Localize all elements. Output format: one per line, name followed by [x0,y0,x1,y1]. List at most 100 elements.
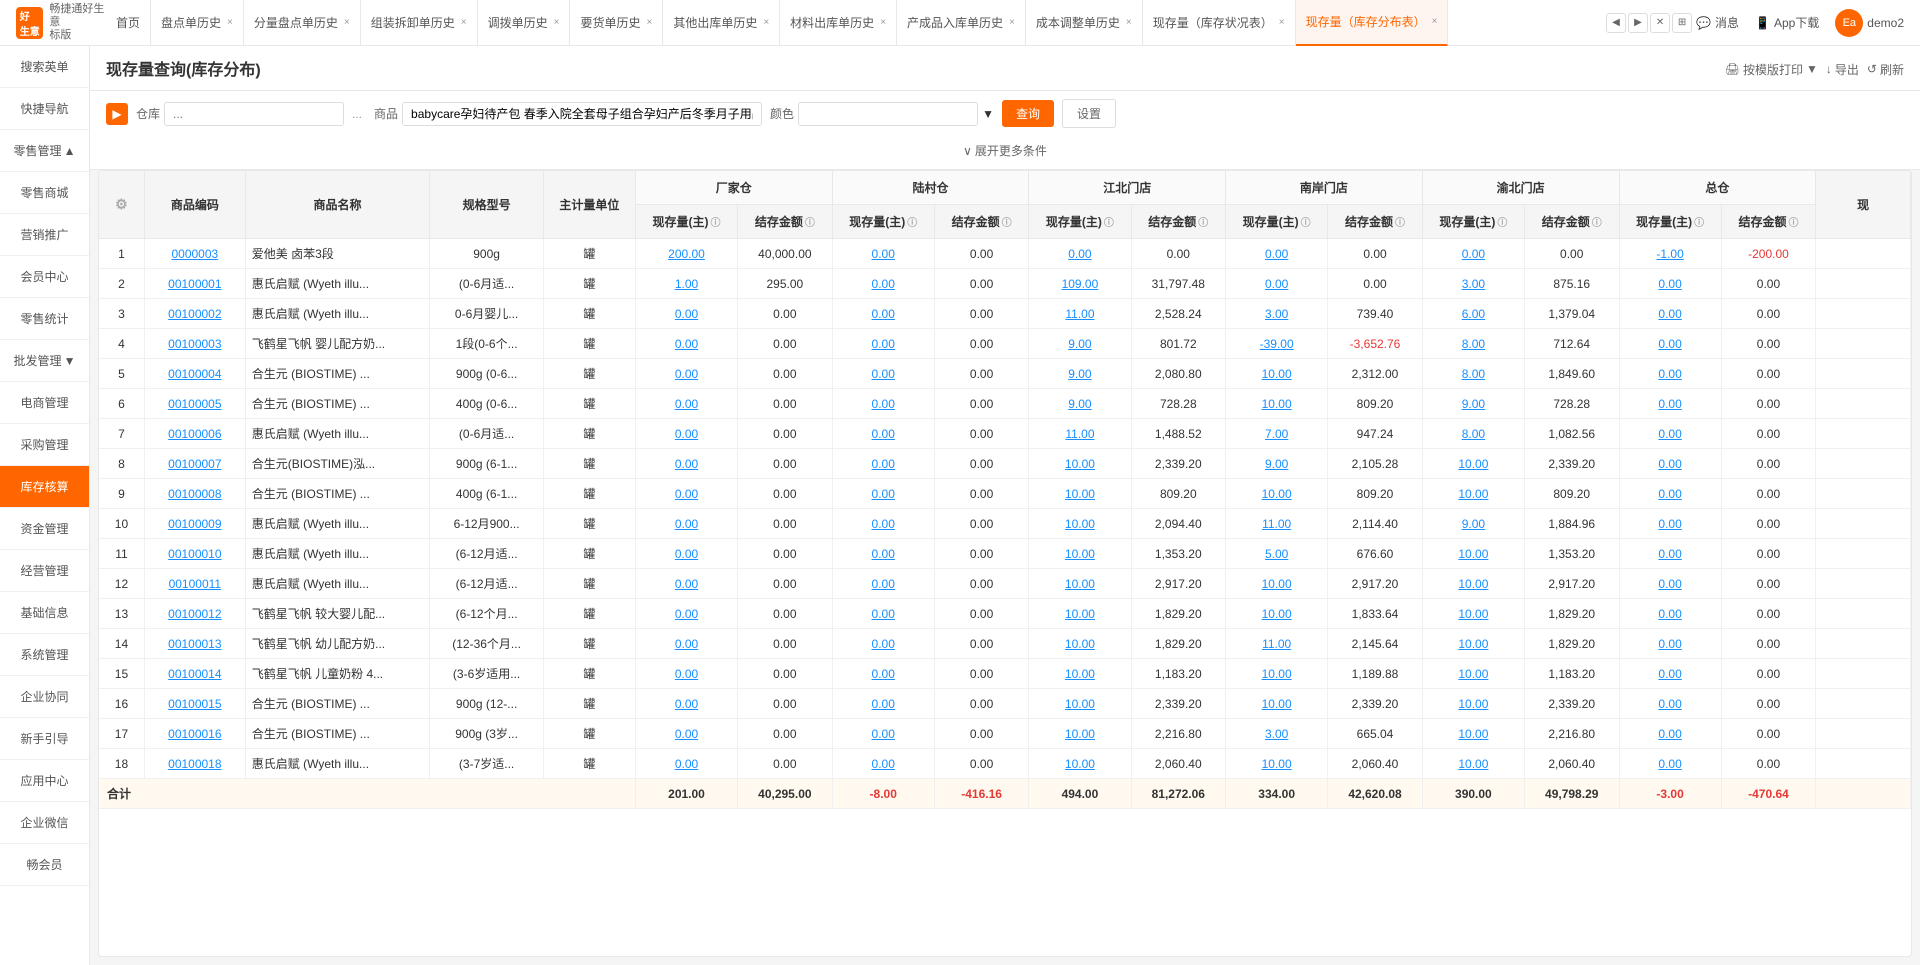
row-code[interactable]: 00100015 [144,689,245,719]
row-nanan-qty[interactable]: 11.00 [1226,509,1328,539]
row-jiangbei-qty[interactable]: 11.00 [1029,299,1131,329]
tab-close-all[interactable]: ✕ [1650,13,1670,33]
row-nanan-qty[interactable]: -39.00 [1226,329,1328,359]
row-jiangbei-qty[interactable]: 10.00 [1029,599,1131,629]
row-jiangbei-qty[interactable]: 10.00 [1029,719,1131,749]
row-code[interactable]: 00100018 [144,749,245,779]
row-factory-qty[interactable]: 0.00 [635,539,737,569]
row-factory-qty[interactable]: 1.00 [635,269,737,299]
row-nanan-qty[interactable]: 10.00 [1226,749,1328,779]
row-total-qty[interactable]: 0.00 [1619,539,1721,569]
row-total-qty[interactable]: 0.00 [1619,449,1721,479]
row-jiangbei-qty[interactable]: 10.00 [1029,749,1131,779]
row-lucun-qty[interactable]: 0.00 [832,359,934,389]
tab-expand[interactable]: ⊞ [1672,13,1692,33]
row-total-qty[interactable]: 0.00 [1619,689,1721,719]
row-factory-qty[interactable]: 0.00 [635,659,737,689]
row-code[interactable]: 00100001 [144,269,245,299]
row-lucun-qty[interactable]: 0.00 [832,599,934,629]
row-jiangbei-qty[interactable]: 10.00 [1029,629,1131,659]
row-yubei-qty[interactable]: 10.00 [1422,629,1524,659]
row-lucun-qty[interactable]: 0.00 [832,569,934,599]
row-total-qty[interactable]: 0.00 [1619,569,1721,599]
row-yubei-qty[interactable]: 6.00 [1422,299,1524,329]
row-code[interactable]: 00100013 [144,629,245,659]
info-icon[interactable]: ⓘ [1198,214,1208,229]
row-yubei-qty[interactable]: 10.00 [1422,539,1524,569]
row-code[interactable]: 00100008 [144,479,245,509]
sidebar-item-wholesale[interactable]: 批发管理▼ [0,340,89,382]
row-yubei-qty[interactable]: 10.00 [1422,479,1524,509]
refresh-button[interactable]: ↺ 刷新 [1867,61,1904,78]
sidebar-item-wechat[interactable]: 企业微信 [0,802,89,844]
row-lucun-qty[interactable]: 0.00 [832,479,934,509]
sidebar-item-retail-mgmt[interactable]: 零售管理▲ [0,130,89,172]
row-code[interactable]: 00100004 [144,359,245,389]
row-jiangbei-qty[interactable]: 9.00 [1029,359,1131,389]
close-icon[interactable]: × [461,17,467,28]
tab-stock-distribution[interactable]: 现存量（库存分布表）× [1296,0,1449,46]
app-download-action[interactable]: 📱 App下载 [1755,14,1819,31]
row-lucun-qty[interactable]: 0.00 [832,329,934,359]
row-nanan-qty[interactable]: 10.00 [1226,359,1328,389]
sidebar-item-member2[interactable]: 畅会员 [0,844,89,886]
row-yubei-qty[interactable]: 10.00 [1422,569,1524,599]
close-icon[interactable]: × [554,17,560,28]
row-nanan-qty[interactable]: 5.00 [1226,539,1328,569]
row-factory-qty[interactable]: 0.00 [635,479,737,509]
tab-other-outbound[interactable]: 其他出库单历史× [663,0,780,46]
close-icon[interactable]: × [880,17,886,28]
sidebar-item-purchase[interactable]: 采购管理 [0,424,89,466]
row-jiangbei-qty[interactable]: 10.00 [1029,539,1131,569]
close-icon[interactable]: × [646,17,652,28]
row-nanan-qty[interactable]: 3.00 [1226,719,1328,749]
tab-cost-adjust[interactable]: 成本调整单历史× [1026,0,1143,46]
close-icon[interactable]: × [227,17,233,28]
row-code[interactable]: 00100011 [144,569,245,599]
row-nanan-qty[interactable]: 10.00 [1226,659,1328,689]
row-jiangbei-qty[interactable]: 11.00 [1029,419,1131,449]
row-factory-qty[interactable]: 0.00 [635,449,737,479]
row-lucun-qty[interactable]: 0.00 [832,689,934,719]
tab-next-arrow[interactable]: ▶ [1628,13,1648,33]
row-code[interactable]: 00100016 [144,719,245,749]
row-lucun-qty[interactable]: 0.00 [832,659,934,689]
th-settings-gear[interactable]: ⚙ [99,171,144,239]
close-icon[interactable]: × [1279,17,1285,28]
sidebar-item-tutorial[interactable]: 新手引导 [0,718,89,760]
row-nanan-qty[interactable]: 11.00 [1226,629,1328,659]
row-yubei-qty[interactable]: 10.00 [1422,689,1524,719]
row-factory-qty[interactable]: 0.00 [635,749,737,779]
row-yubei-qty[interactable]: 8.00 [1422,359,1524,389]
row-total-qty[interactable]: 0.00 [1619,389,1721,419]
sidebar-item-inventory[interactable]: 库存核算 [0,466,89,508]
row-code[interactable]: 00100014 [144,659,245,689]
row-jiangbei-qty[interactable]: 10.00 [1029,509,1131,539]
row-jiangbei-qty[interactable]: 0.00 [1029,239,1131,269]
close-icon[interactable]: × [1432,16,1438,27]
row-jiangbei-qty[interactable]: 9.00 [1029,389,1131,419]
info-icon[interactable]: ⓘ [710,214,720,229]
row-factory-qty[interactable]: 0.00 [635,689,737,719]
tab-sub-inventory[interactable]: 分量盘点单历史× [244,0,361,46]
row-total-qty[interactable]: 0.00 [1619,659,1721,689]
info-icon[interactable]: ⓘ [1497,214,1507,229]
row-lucun-qty[interactable]: 0.00 [832,539,934,569]
row-jiangbei-qty[interactable]: 10.00 [1029,569,1131,599]
sidebar-item-ecommerce[interactable]: 电商管理 [0,382,89,424]
sidebar-item-app-center[interactable]: 应用中心 [0,760,89,802]
row-yubei-qty[interactable]: 3.00 [1422,269,1524,299]
sidebar-item-member[interactable]: 会员中心 [0,256,89,298]
row-nanan-qty[interactable]: 3.00 [1226,299,1328,329]
sidebar-item-search[interactable]: 搜索英单 [0,46,89,88]
row-nanan-qty[interactable]: 10.00 [1226,479,1328,509]
row-jiangbei-qty[interactable]: 10.00 [1029,479,1131,509]
row-nanan-qty[interactable]: 0.00 [1226,269,1328,299]
row-factory-qty[interactable]: 0.00 [635,599,737,629]
row-code[interactable]: 00100012 [144,599,245,629]
row-yubei-qty[interactable]: 8.00 [1422,419,1524,449]
row-total-qty[interactable]: 0.00 [1619,299,1721,329]
info-icon[interactable]: ⓘ [1002,214,1012,229]
row-total-qty[interactable]: 0.00 [1619,599,1721,629]
info-icon[interactable]: ⓘ [1592,214,1602,229]
